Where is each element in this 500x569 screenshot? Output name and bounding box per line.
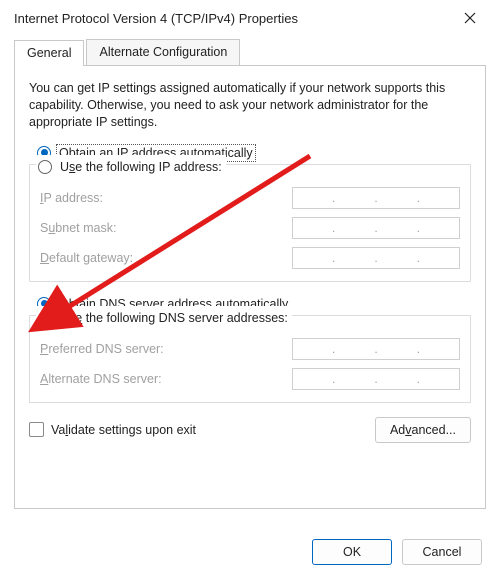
label-preferred-dns: Preferred DNS server: <box>40 342 292 356</box>
input-default-gateway: ... <box>292 247 460 269</box>
row-subnet-mask: Subnet mask: ... <box>40 213 460 243</box>
cancel-button-label: Cancel <box>423 545 462 559</box>
radio-use-ip-label: Use the following IP address: <box>58 159 224 175</box>
input-alternate-dns: ... <box>292 368 460 390</box>
intro-text: You can get IP settings assigned automat… <box>29 80 471 131</box>
advanced-button[interactable]: Advanced... <box>375 417 471 443</box>
label-default-gateway: Default gateway: <box>40 251 292 265</box>
bottom-row: Validate settings upon exit Advanced... <box>29 417 471 443</box>
dialog-window: Internet Protocol Version 4 (TCP/IPv4) P… <box>0 0 500 569</box>
tab-general-label: General <box>27 46 71 60</box>
radio-empty-icon <box>38 311 52 325</box>
label-ip-address: IP address: <box>40 191 292 205</box>
row-ip-address: IP address: ... <box>40 183 460 213</box>
input-preferred-dns: ... <box>292 338 460 360</box>
row-default-gateway: Default gateway: ... <box>40 243 460 273</box>
close-button[interactable] <box>450 3 490 33</box>
radio-use-dns-label: Use the following DNS server addresses: <box>58 310 290 326</box>
checkbox-validate-label: Validate settings upon exit <box>51 423 196 437</box>
close-icon <box>464 12 476 24</box>
tabstrip: General Alternate Configuration <box>14 39 486 66</box>
window-title: Internet Protocol Version 4 (TCP/IPv4) P… <box>14 11 450 26</box>
checkbox-validate[interactable] <box>29 422 44 437</box>
radio-use-dns[interactable]: Use the following DNS server addresses: <box>38 310 290 326</box>
radio-empty-icon <box>38 160 52 174</box>
tab-general[interactable]: General <box>14 40 84 66</box>
group-static-dns: Use the following DNS server addresses: … <box>29 315 471 403</box>
radio-use-ip[interactable]: Use the following IP address: <box>38 159 224 175</box>
row-preferred-dns: Preferred DNS server: ... <box>40 334 460 364</box>
titlebar: Internet Protocol Version 4 (TCP/IPv4) P… <box>0 0 500 36</box>
tab-alternate-configuration[interactable]: Alternate Configuration <box>86 39 240 66</box>
label-subnet-mask: Subnet mask: <box>40 221 292 235</box>
tabpanel-general: You can get IP settings assigned automat… <box>14 65 486 509</box>
group-static-ip: Use the following IP address: IP address… <box>29 164 471 282</box>
ok-button-label: OK <box>343 545 361 559</box>
input-subnet-mask: ... <box>292 217 460 239</box>
ok-button[interactable]: OK <box>312 539 392 565</box>
input-ip-address: ... <box>292 187 460 209</box>
dialog-footer: OK Cancel <box>0 539 500 569</box>
label-alternate-dns: Alternate DNS server: <box>40 372 292 386</box>
row-alternate-dns: Alternate DNS server: ... <box>40 364 460 394</box>
cancel-button[interactable]: Cancel <box>402 539 482 565</box>
tab-alternate-label: Alternate Configuration <box>99 45 227 59</box>
